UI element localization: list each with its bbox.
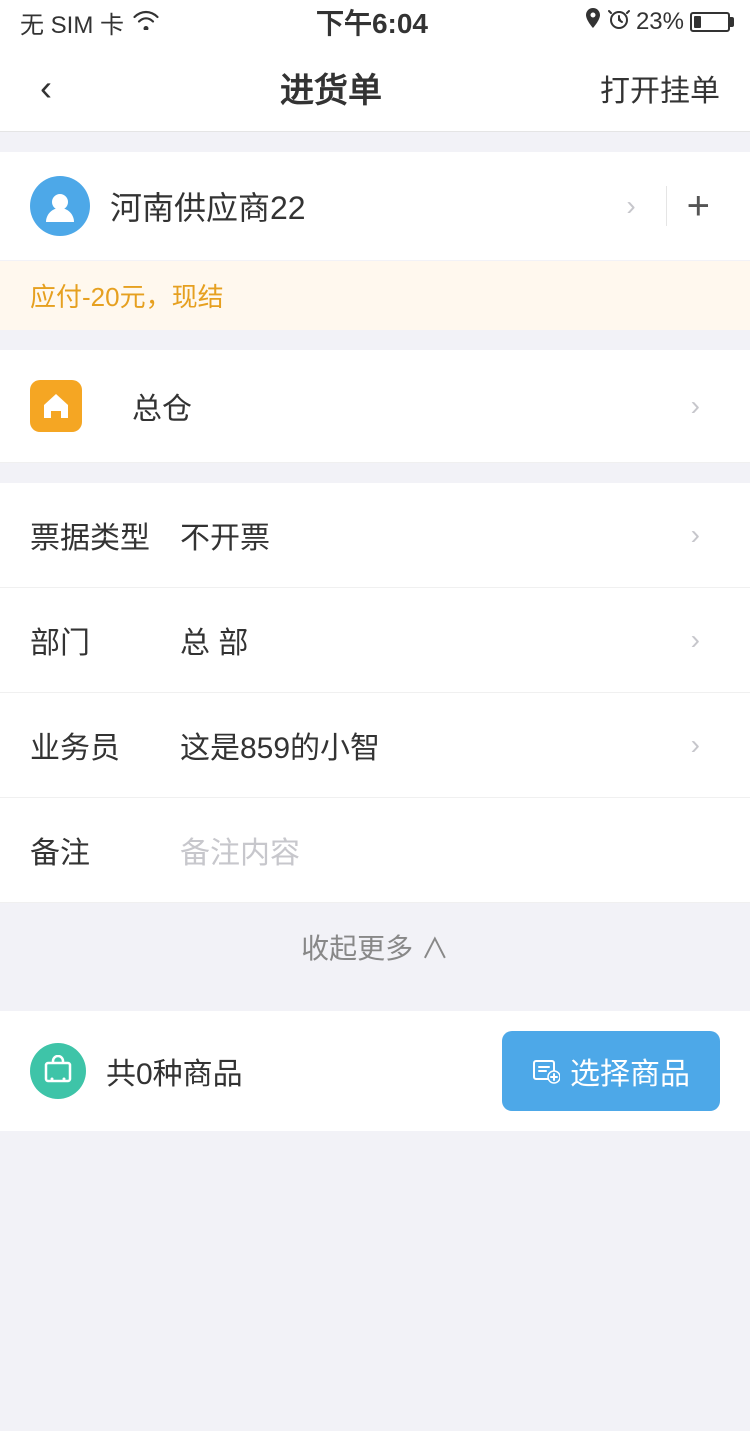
remark-input[interactable]: 备注内容 bbox=[180, 828, 720, 872]
invoice-label: 票据类型 bbox=[30, 513, 150, 557]
back-button[interactable]: ‹ bbox=[30, 57, 62, 119]
battery-percentage: 23% bbox=[636, 8, 684, 36]
house-icon bbox=[41, 391, 71, 421]
user-icon bbox=[42, 188, 78, 224]
invoice-value: 不开票 bbox=[180, 513, 691, 557]
product-icon bbox=[30, 1043, 86, 1099]
carrier-text: 无 SIM 卡 bbox=[20, 5, 124, 40]
location-icon bbox=[584, 8, 602, 37]
battery-icon bbox=[690, 12, 730, 32]
bottom-bar: 共0种商品 选择商品 bbox=[0, 1011, 750, 1131]
supplier-name: 河南供应商22 bbox=[110, 183, 626, 229]
form-section: 票据类型 不开票 › 部门 总 部 › 业务员 这是859的小智 › 备注 备注… bbox=[0, 483, 750, 903]
notice-text: 应付-20元，现结 bbox=[30, 282, 224, 312]
invoice-row[interactable]: 票据类型 不开票 › bbox=[0, 483, 750, 588]
department-row[interactable]: 部门 总 部 › bbox=[0, 588, 750, 693]
salesman-label: 业务员 bbox=[30, 723, 150, 767]
supplier-chevron-icon: › bbox=[626, 190, 635, 222]
supplier-section: 河南供应商22 › + 应付-20元，现结 bbox=[0, 152, 750, 330]
invoice-chevron-icon: › bbox=[691, 519, 700, 551]
section-gap-1 bbox=[0, 132, 750, 152]
add-supplier-button[interactable]: + bbox=[677, 184, 720, 229]
select-product-button[interactable]: 选择商品 bbox=[502, 1031, 720, 1111]
warehouse-chevron-icon: › bbox=[691, 390, 700, 422]
notice-bar: 应付-20元，现结 bbox=[0, 261, 750, 330]
section-gap-2 bbox=[0, 330, 750, 350]
nav-bar: ‹ 进货单 打开挂单 bbox=[0, 44, 750, 132]
open-pending-button[interactable]: 打开挂单 bbox=[600, 66, 720, 110]
divider bbox=[666, 186, 667, 226]
supplier-avatar bbox=[30, 176, 90, 236]
gray-background bbox=[0, 1131, 750, 1431]
section-gap-3 bbox=[0, 463, 750, 483]
salesman-row[interactable]: 业务员 这是859的小智 › bbox=[0, 693, 750, 798]
status-bar: 无 SIM 卡 下午6:04 23% bbox=[0, 0, 750, 44]
status-time: 下午6:04 bbox=[316, 2, 428, 42]
select-product-icon bbox=[532, 1057, 560, 1085]
section-gap-4 bbox=[0, 991, 750, 1011]
status-right: 23% bbox=[584, 8, 730, 37]
alarm-icon bbox=[608, 8, 630, 37]
remark-row[interactable]: 备注 备注内容 bbox=[0, 798, 750, 903]
salesman-value: 这是859的小智 bbox=[180, 723, 691, 767]
warehouse-icon bbox=[30, 380, 82, 432]
department-value: 总 部 bbox=[180, 618, 691, 662]
select-product-label: 选择商品 bbox=[570, 1049, 690, 1093]
supplier-row[interactable]: 河南供应商22 › + bbox=[0, 152, 750, 261]
warehouse-row[interactable]: 总仓 › bbox=[0, 350, 750, 463]
department-chevron-icon: › bbox=[691, 624, 700, 656]
department-label: 部门 bbox=[30, 618, 150, 662]
status-left: 无 SIM 卡 bbox=[20, 5, 160, 40]
collapse-row[interactable]: 收起更多 ∧ bbox=[0, 903, 750, 991]
product-count: 共0种商品 bbox=[106, 1049, 482, 1093]
remark-label: 备注 bbox=[30, 828, 150, 872]
warehouse-name: 总仓 bbox=[132, 384, 691, 428]
warehouse-section: 总仓 › bbox=[0, 350, 750, 463]
page-title: 进货单 bbox=[280, 63, 382, 112]
cart-icon bbox=[42, 1055, 74, 1087]
collapse-label: 收起更多 ∧ bbox=[301, 927, 449, 967]
wifi-icon bbox=[132, 8, 160, 37]
salesman-chevron-icon: › bbox=[691, 729, 700, 761]
